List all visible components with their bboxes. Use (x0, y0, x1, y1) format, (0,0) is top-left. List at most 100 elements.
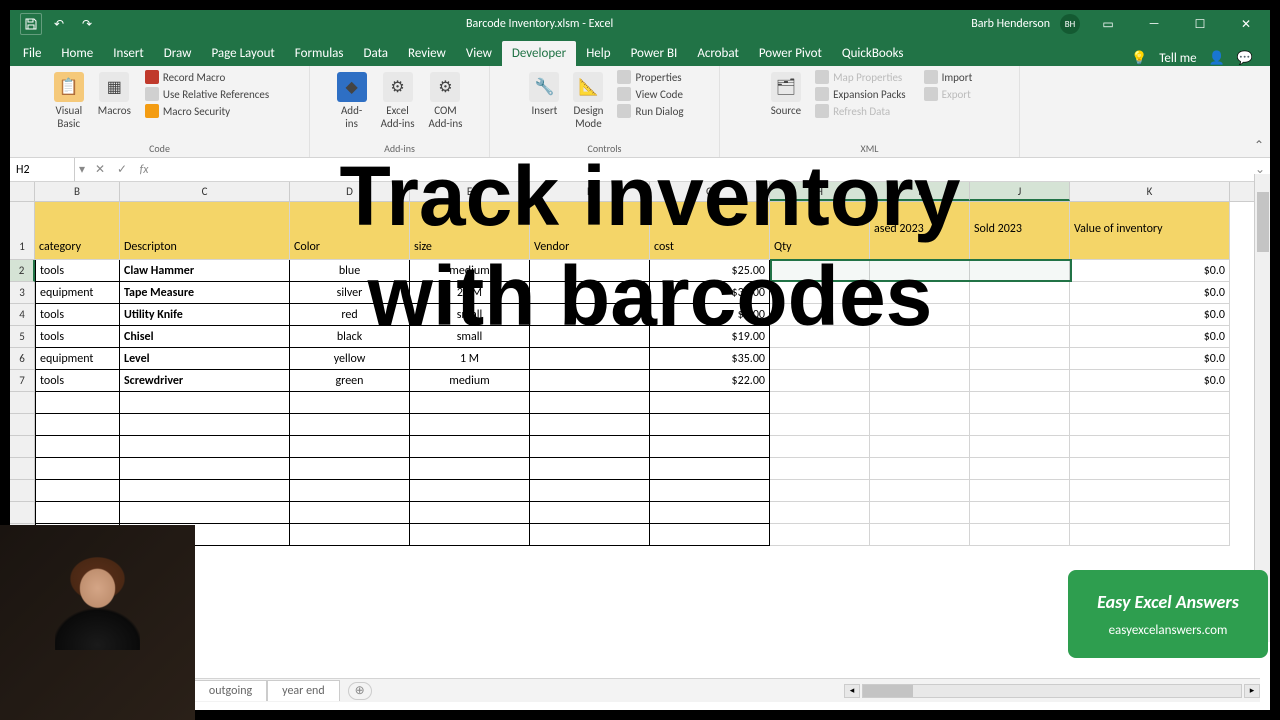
add-sheet-button[interactable]: ⊕ (348, 682, 372, 700)
col-H[interactable]: H (770, 182, 870, 201)
group-xml: XML (720, 142, 1019, 155)
col-J[interactable]: J (970, 182, 1070, 201)
grid-icon (145, 87, 159, 101)
tab-power-bi[interactable]: Power BI (621, 41, 688, 66)
user-name: Barb Henderson (971, 17, 1050, 31)
import-icon (924, 70, 938, 84)
sheet-tab-outgoing[interactable]: outgoing (194, 680, 267, 701)
col-K[interactable]: K (1070, 182, 1230, 201)
bulb-icon: 💡 (1131, 51, 1147, 66)
tab-review[interactable]: Review (398, 41, 456, 66)
macros-button[interactable]: ▦Macros (94, 70, 135, 132)
com-addins-button[interactable]: ⚙COM Add-ins (425, 70, 467, 132)
undo-icon[interactable]: ↶ (48, 13, 70, 35)
group-code: Code (10, 142, 309, 155)
expansion-icon (815, 87, 829, 101)
ribbon-options-icon[interactable]: ▭ (1090, 10, 1126, 38)
insert-control-icon: 🔧 (529, 72, 559, 102)
export-button[interactable]: Export (924, 87, 973, 101)
col-C[interactable]: C (120, 182, 290, 201)
export-icon (924, 87, 938, 101)
column-headers: B C D E F G H I J K (10, 182, 1270, 202)
comments-icon[interactable]: 💬 (1237, 51, 1253, 66)
name-box[interactable]: H2 (10, 158, 75, 181)
relative-refs-button[interactable]: Use Relative References (145, 87, 269, 101)
properties-button[interactable]: Properties (617, 70, 683, 84)
view-code-icon (617, 87, 631, 101)
tell-me[interactable]: Tell me (1159, 51, 1196, 66)
maximize-icon[interactable]: ☐ (1182, 10, 1218, 38)
map-properties-button[interactable]: Map Properties (815, 70, 905, 84)
col-F[interactable]: F (530, 182, 650, 201)
col-B[interactable]: B (35, 182, 120, 201)
excel-addins-button[interactable]: ⚙Excel Add-ins (377, 70, 419, 132)
minimize-icon[interactable]: — (1136, 10, 1172, 38)
macro-security-button[interactable]: Macro Security (145, 104, 269, 118)
tab-view[interactable]: View (456, 41, 502, 66)
col-G[interactable]: G (650, 182, 770, 201)
run-dialog-button[interactable]: Run Dialog (617, 104, 683, 118)
user-avatar[interactable]: BH (1060, 14, 1080, 34)
record-macro-button[interactable]: Record Macro (145, 70, 269, 84)
col-D[interactable]: D (290, 182, 410, 201)
badge-title: Easy Excel Answers (1097, 591, 1239, 613)
share-icon[interactable]: 👤 (1209, 51, 1225, 66)
tab-page-layout[interactable]: Page Layout (201, 41, 284, 66)
cancel-formula-icon[interactable]: ✕ (89, 162, 111, 177)
close-icon[interactable]: ✕ (1228, 10, 1264, 38)
horizontal-scrollbar[interactable] (862, 684, 1242, 698)
macros-icon: ▦ (99, 72, 129, 102)
source-button[interactable]: 🗂Source (767, 70, 805, 119)
enter-formula-icon[interactable]: ✓ (111, 162, 133, 177)
tab-power-pivot[interactable]: Power Pivot (749, 41, 832, 66)
col-E[interactable]: E (410, 182, 530, 201)
presenter-photo (0, 525, 195, 720)
tab-formulas[interactable]: Formulas (285, 41, 354, 66)
collapse-ribbon-icon[interactable]: ⌃ (1254, 138, 1264, 153)
visual-basic-button[interactable]: 📋Visual Basic (50, 70, 88, 132)
tab-data[interactable]: Data (354, 41, 399, 66)
tab-quickbooks[interactable]: QuickBooks (832, 41, 914, 66)
com-addins-icon: ⚙ (430, 72, 460, 102)
menu-bar: File Home Insert Draw Page Layout Formul… (10, 38, 1270, 66)
select-all-corner[interactable] (10, 182, 35, 201)
hscroll-left-icon[interactable]: ◂ (844, 684, 860, 698)
sheet-tab-year-end[interactable]: year end (267, 680, 339, 701)
tab-home[interactable]: Home (51, 41, 103, 66)
redo-icon[interactable]: ↷ (76, 13, 98, 35)
sheet-tab-bar: ◂ ▸ Inventory outgoing year end ⊕ ◂ ▸ (20, 678, 1260, 702)
warning-icon (145, 104, 159, 118)
scroll-thumb[interactable] (1257, 192, 1269, 252)
spreadsheet-grid[interactable]: 1categoryDescriptonColorsizeVendorcostQt… (10, 202, 1270, 546)
hscroll-thumb[interactable] (863, 685, 913, 697)
vba-icon: 📋 (54, 72, 84, 102)
view-code-button[interactable]: View Code (617, 87, 683, 101)
document-title: Barcode Inventory.xlsm - Excel (108, 17, 971, 31)
tab-file[interactable]: File (13, 41, 51, 66)
group-controls: Controls (490, 142, 719, 155)
tab-insert[interactable]: Insert (103, 41, 154, 66)
tab-draw[interactable]: Draw (154, 41, 202, 66)
tab-developer[interactable]: Developer (502, 41, 576, 66)
group-addins: Add-ins (310, 142, 489, 155)
addins-icon: ◆ (337, 72, 367, 102)
name-box-dropdown-icon[interactable]: ▾ (75, 162, 89, 177)
col-I[interactable]: I (870, 182, 970, 201)
addins-button[interactable]: ◆Add- ins (333, 70, 371, 132)
formula-bar: H2 ▾ ✕ ✓ fx ⌄ (10, 158, 1270, 182)
hscroll-right-icon[interactable]: ▸ (1244, 684, 1260, 698)
tab-help[interactable]: Help (576, 41, 620, 66)
design-mode-icon: 📐 (573, 72, 603, 102)
run-dialog-icon (617, 104, 631, 118)
expansion-packs-button[interactable]: Expansion Packs (815, 87, 905, 101)
design-mode-button[interactable]: 📐Design Mode (569, 70, 607, 132)
source-icon: 🗂 (771, 72, 801, 102)
excel-addins-icon: ⚙ (383, 72, 413, 102)
titlebar: ↶ ↷ Barcode Inventory.xlsm - Excel Barb … (10, 10, 1270, 38)
import-button[interactable]: Import (924, 70, 973, 84)
fx-icon[interactable]: fx (133, 163, 155, 177)
refresh-data-button[interactable]: Refresh Data (815, 104, 905, 118)
tab-acrobat[interactable]: Acrobat (687, 41, 749, 66)
save-icon[interactable] (20, 13, 42, 35)
insert-control-button[interactable]: 🔧Insert (525, 70, 563, 132)
